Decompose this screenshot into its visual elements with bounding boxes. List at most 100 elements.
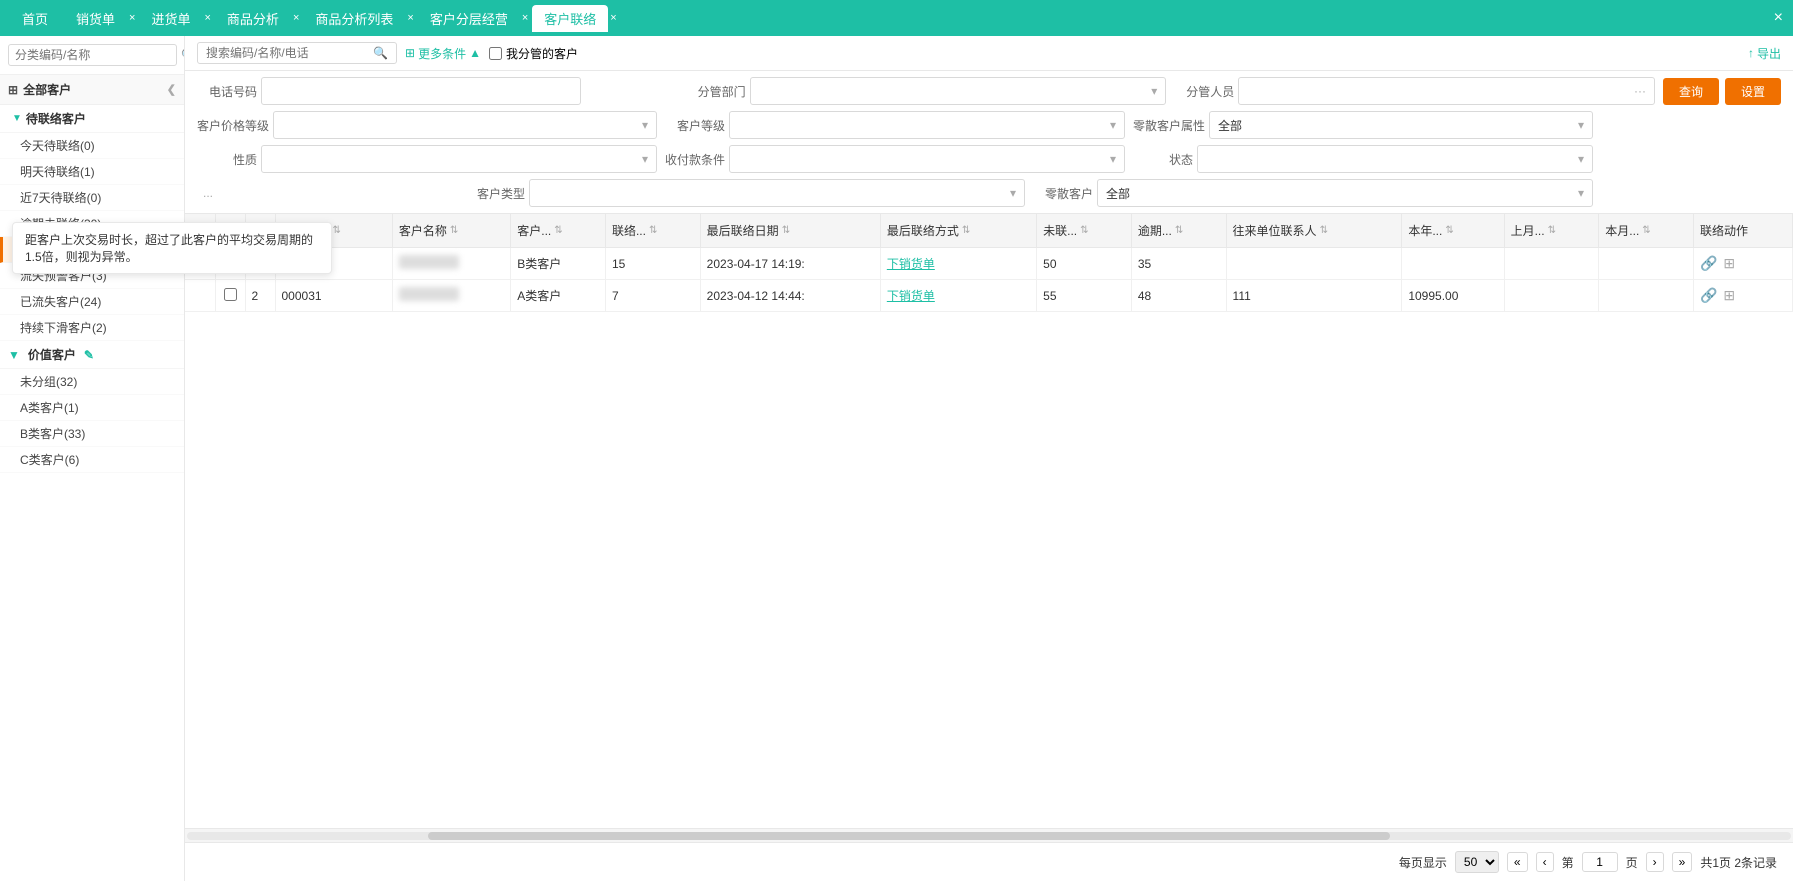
horizontal-scrollbar[interactable] bbox=[185, 828, 1793, 842]
nav-close-contact[interactable]: × bbox=[610, 12, 616, 24]
export-btn[interactable]: ↑ 导出 bbox=[1748, 45, 1781, 62]
main-search-icon[interactable]: 🔍 bbox=[373, 46, 388, 60]
filter-manager: 分管人员 ··· bbox=[1174, 77, 1655, 105]
my-customers-checkbox-area: 我分管的客户 bbox=[489, 45, 578, 62]
nav-close-sales[interactable]: × bbox=[129, 12, 135, 24]
value-edit-icon[interactable]: ✎ bbox=[84, 348, 94, 362]
sidebar-item-a-class[interactable]: A类客户(1) bbox=[0, 395, 184, 421]
prev-page-btn[interactable]: ‹ bbox=[1536, 852, 1554, 872]
value-group-label: 价值客户 bbox=[28, 346, 76, 363]
row2-link-icon[interactable]: 🔗 bbox=[1700, 287, 1717, 304]
row1-last-way-link[interactable]: 下销货单 bbox=[887, 257, 935, 271]
more-filters-btn[interactable]: ... bbox=[197, 184, 219, 202]
page-number-input[interactable] bbox=[1582, 852, 1618, 872]
row2-overdue: 48 bbox=[1131, 280, 1226, 312]
row1-this-month bbox=[1599, 248, 1694, 280]
nav-close-product-analysis[interactable]: × bbox=[293, 12, 299, 24]
gender-label: 性质 bbox=[197, 151, 257, 168]
nav-product-list[interactable]: 商品分析列表 bbox=[303, 5, 405, 32]
customer-grade-select[interactable]: ▾ bbox=[729, 111, 1125, 139]
sidebar-item-declining[interactable]: 持续下滑客户(2) bbox=[0, 315, 184, 341]
customer-grade-label: 客户等级 bbox=[665, 117, 725, 134]
customer-grade-chevron-icon: ▾ bbox=[1110, 118, 1116, 132]
row1-last-date: 2023-04-17 14:19: bbox=[700, 248, 880, 280]
value-arrow-icon: ▼ bbox=[8, 348, 20, 362]
nav-customer-contact[interactable]: 客户联络 bbox=[532, 5, 608, 32]
sidebar-item-tomorrow[interactable]: 明天待联络(1) bbox=[0, 159, 184, 185]
sidebar-item-c-class[interactable]: C类客户(6) bbox=[0, 447, 184, 473]
scrollbar-track[interactable] bbox=[187, 832, 1791, 840]
payment-select[interactable]: ▾ bbox=[729, 145, 1125, 173]
status-select[interactable]: ▾ bbox=[1197, 145, 1593, 173]
next-page-btn[interactable]: › bbox=[1646, 852, 1664, 872]
table-row: 1 000039 B类客户 15 2023-04-17 14:19: 下销货单 … bbox=[185, 248, 1793, 280]
col-type[interactable]: 客户... ⇅ bbox=[511, 214, 606, 248]
phone-input[interactable] bbox=[261, 77, 581, 105]
filter-row-3: 性质 ▾ 收付款条件 ▾ 状态 bbox=[197, 145, 1781, 173]
sidebar-item-churned[interactable]: 已流失客户(24) bbox=[0, 289, 184, 315]
tooltip-text: 距客户上次交易时长，超过了此客户的平均交易周期的1.5倍，则视为异常。 bbox=[25, 233, 185, 264]
col-name[interactable]: 客户名称 ⇅ bbox=[392, 214, 510, 248]
sidebar-item-today[interactable]: 今天待联络(0) bbox=[0, 133, 184, 159]
row1-type: B类客户 bbox=[511, 248, 606, 280]
col-this-year[interactable]: 本年... ⇅ bbox=[1402, 214, 1504, 248]
row2-last-way-link[interactable]: 下销货单 bbox=[887, 289, 935, 303]
row1-link-icon[interactable]: 🔗 bbox=[1700, 255, 1717, 272]
manager-select[interactable]: ··· bbox=[1238, 77, 1655, 105]
row1-last-way[interactable]: 下销货单 bbox=[880, 248, 1036, 280]
filter-payment: 收付款条件 ▾ bbox=[665, 145, 1125, 173]
row2-select-checkbox[interactable] bbox=[224, 288, 237, 301]
row2-this-year: 10995.00 bbox=[1402, 280, 1504, 312]
gender-select[interactable]: ▾ bbox=[261, 145, 657, 173]
nav-close-window[interactable]: × bbox=[1774, 9, 1783, 27]
nav-sales-order[interactable]: 销货单 bbox=[64, 5, 127, 32]
col-last-month[interactable]: 上月... ⇅ bbox=[1504, 214, 1599, 248]
sidebar-item-b-class[interactable]: B类客户(33) bbox=[0, 421, 184, 447]
waiting-arrow-icon: ▼ bbox=[12, 113, 22, 124]
query-button[interactable]: 查询 bbox=[1663, 78, 1719, 105]
col-this-month[interactable]: 本月... ⇅ bbox=[1599, 214, 1694, 248]
all-customers-header[interactable]: ⊞ 全部客户 ❮ bbox=[0, 75, 184, 105]
my-customers-checkbox[interactable] bbox=[489, 47, 502, 60]
sidebar-search-input[interactable] bbox=[8, 44, 177, 66]
first-page-btn[interactable]: « bbox=[1507, 852, 1528, 872]
dept-select[interactable]: ▾ bbox=[750, 77, 1167, 105]
settings-button[interactable]: 设置 bbox=[1725, 78, 1781, 105]
nav-close-segment[interactable]: × bbox=[522, 12, 528, 24]
more-conditions-btn[interactable]: ⊞ 更多条件 ▲ bbox=[405, 45, 481, 62]
row1-grid-icon[interactable]: ⊞ bbox=[1723, 255, 1735, 272]
value-group-header[interactable]: ▼ 价值客户 ✎ bbox=[0, 341, 184, 369]
row2-grid-icon[interactable]: ⊞ bbox=[1723, 287, 1735, 304]
col-overdue[interactable]: 逾期... ⇅ bbox=[1131, 214, 1226, 248]
last-page-btn[interactable]: » bbox=[1672, 852, 1693, 872]
per-page-select[interactable]: 50 bbox=[1455, 851, 1499, 873]
row2-code: 000031 bbox=[275, 280, 392, 312]
sidebar-item-ungrouped[interactable]: 未分组(32) bbox=[0, 369, 184, 395]
col-last-month-label: 上月... bbox=[1511, 222, 1545, 239]
retail-attr-select[interactable]: 全部 ▾ bbox=[1209, 111, 1593, 139]
col-last-date-sort-icon: ⇅ bbox=[782, 225, 790, 236]
price-grade-select[interactable]: ▾ bbox=[273, 111, 657, 139]
sidebar-item-7days[interactable]: 近7天待联络(0) bbox=[0, 185, 184, 211]
customer-type-select[interactable]: ▾ bbox=[529, 179, 1025, 207]
col-uncontact[interactable]: 未联... ⇅ bbox=[1037, 214, 1132, 248]
col-this-month-sort-icon: ⇅ bbox=[1642, 225, 1650, 236]
main-search-input[interactable] bbox=[206, 46, 373, 60]
nav-customer-segment[interactable]: 客户分层经营 bbox=[418, 5, 520, 32]
nav-close-product-list[interactable]: × bbox=[407, 12, 413, 24]
nav-close-purchase[interactable]: × bbox=[204, 12, 210, 24]
data-table: ⚙ # 客户编码 ⇅ bbox=[185, 214, 1793, 312]
col-last-date[interactable]: 最后联络日期 ⇅ bbox=[700, 214, 880, 248]
retail-select[interactable]: 全部 ▾ bbox=[1097, 179, 1593, 207]
waiting-group-header[interactable]: ▼ 待联络客户 bbox=[0, 105, 184, 133]
scrollbar-thumb[interactable] bbox=[428, 832, 1390, 840]
row2-last-way[interactable]: 下销货单 bbox=[880, 280, 1036, 312]
nav-purchase-order[interactable]: 进货单 bbox=[139, 5, 202, 32]
col-last-way[interactable]: 最后联络方式 ⇅ bbox=[880, 214, 1036, 248]
sidebar-collapse-btn[interactable]: ❮ bbox=[167, 83, 176, 96]
nav-home[interactable]: 首页 bbox=[10, 5, 60, 32]
nav-product-analysis[interactable]: 商品分析 bbox=[215, 5, 291, 32]
col-unit-contact[interactable]: 往来单位联系人 ⇅ bbox=[1226, 214, 1402, 248]
col-overdue-sort-icon: ⇅ bbox=[1175, 225, 1183, 236]
col-contact[interactable]: 联络... ⇅ bbox=[605, 214, 700, 248]
